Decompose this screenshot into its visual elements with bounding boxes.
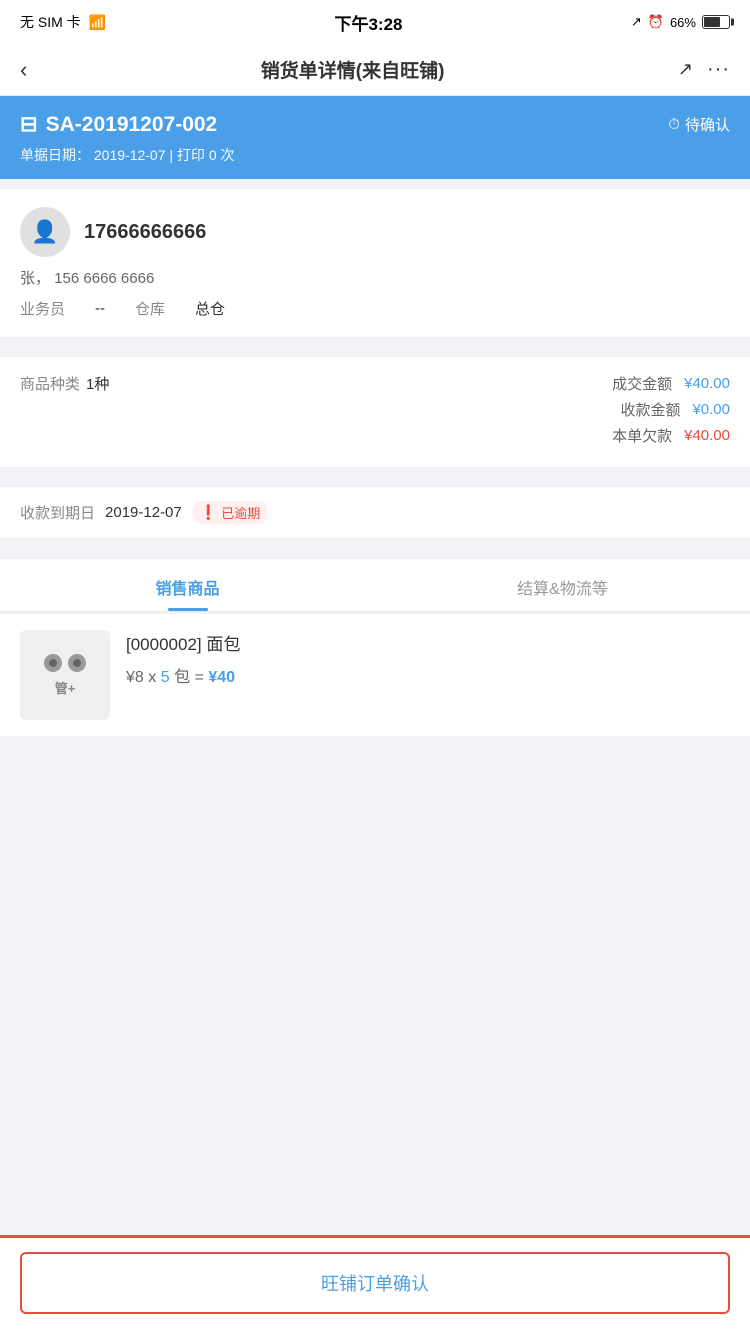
overdue-text: 已逾期 (221, 503, 260, 522)
battery-percent: 66% (670, 15, 696, 30)
tab-sales-label: 销售商品 (155, 581, 219, 598)
back-button[interactable]: ‹ (20, 57, 27, 83)
print-label: | 打印 (169, 147, 208, 163)
status-time: 下午3:28 (334, 10, 402, 35)
due-section: 收款到期日 2019-12-07 ❗ 已逾期 (0, 487, 750, 539)
owl-eye-right (68, 654, 86, 672)
amount-row: 成交金额 ¥40.00 (612, 373, 730, 394)
more-button[interactable]: ··· (707, 58, 730, 81)
tabs-section: 销售商品 结算&物流等 (0, 559, 750, 612)
price-unit-text: 包 (174, 669, 190, 686)
sales-label: 业务员 (20, 298, 65, 319)
avatar: 👤 (20, 207, 70, 257)
alarm-icon: ⏰ (648, 14, 664, 30)
tab-settlement-label: 结算&物流等 (517, 581, 608, 598)
warehouse-value: 总仓 (195, 298, 225, 319)
tab-settlement[interactable]: 结算&物流等 (375, 559, 750, 611)
order-id-row: ⊟ SA-20191207-002 ⏱ 待确认 (20, 112, 730, 137)
products-section: 管+ [0000002] 面包 ¥8 x 5 包 = ¥40 (0, 614, 750, 736)
order-status: ⏱ 待确认 (668, 114, 730, 135)
date-label: 单据日期： (20, 147, 90, 163)
overdue-icon: ❗ (200, 504, 217, 521)
customer-alt-phone: 156 6666 6666 (54, 270, 154, 287)
status-clock-icon: ⏱ (668, 116, 680, 133)
customer-section: 👤 17666666666 张， 156 6666 6666 业务员 -- 仓库… (0, 189, 750, 337)
product-name: [0000002] 面包 (126, 630, 730, 655)
kind-label: 商品种类 (20, 373, 80, 394)
print-suffix: 次 (221, 147, 235, 163)
divider-3 (0, 539, 750, 549)
print-count: 0 (209, 147, 217, 163)
customer-info-row: 业务员 -- 仓库 总仓 (20, 298, 730, 319)
product-price: ¥8 x 5 包 = ¥40 (126, 663, 730, 687)
product-code: [0000002] (126, 635, 202, 654)
tab-sales-products[interactable]: 销售商品 (0, 559, 375, 611)
customer-row: 👤 17666666666 (20, 207, 730, 257)
receipt-label: 收款金额 (620, 399, 680, 420)
divider-2 (0, 467, 750, 477)
product-name-text: 面包 (206, 635, 240, 654)
summary-section: 商品种类 1种 成交金额 ¥40.00 收款金额 ¥0.00 本单欠款 ¥40.… (0, 357, 750, 467)
share-button[interactable]: ↗ (678, 59, 693, 80)
price-unit: ¥8 (126, 669, 144, 686)
owed-value: ¥40.00 (684, 427, 730, 444)
owed-row: 本单欠款 ¥40.00 (612, 425, 730, 446)
owed-label: 本单欠款 (612, 425, 672, 446)
bottom-bar: 旺铺订单确认 (0, 1235, 750, 1334)
customer-sub: 张， 156 6666 6666 (20, 267, 730, 288)
status-text: 待确认 (685, 114, 730, 135)
carrier-text: 无 SIM 卡 (20, 12, 81, 32)
price-multiply: x (148, 669, 160, 686)
owl-eyes (44, 654, 86, 672)
confirm-order-button[interactable]: 旺铺订单确认 (20, 1252, 730, 1314)
product-thumb-inner: 管+ (44, 654, 86, 697)
customer-name-text: 张 (20, 270, 35, 287)
wifi-icon: 📶 (89, 14, 106, 31)
summary-right: 成交金额 ¥40.00 收款金额 ¥0.00 本单欠款 ¥40.00 (612, 373, 730, 451)
page-title: 销货单详情(来自旺铺) (261, 56, 445, 83)
nav-bar: ‹ 销货单详情(来自旺铺) ↗ ··· (0, 44, 750, 96)
order-icon: ⊟ (20, 112, 38, 137)
amount-label: 成交金额 (612, 373, 672, 394)
price-total: ¥40 (208, 669, 235, 686)
product-info: [0000002] 面包 ¥8 x 5 包 = ¥40 (126, 630, 730, 687)
content-area (0, 736, 750, 956)
summary-left: 商品种类 1种 (20, 373, 109, 394)
order-date: 单据日期： 2019-12-07 | 打印 0 次 (20, 145, 730, 165)
date-value: 2019-12-07 (94, 147, 166, 163)
warehouse-label: 仓库 (135, 298, 165, 319)
price-equals: = (195, 669, 209, 686)
location-icon: ↗ (631, 14, 642, 30)
kind-value: 1种 (86, 373, 109, 394)
customer-phone: 17666666666 (84, 221, 206, 244)
due-label: 收款到期日 (20, 502, 95, 523)
battery-icon (702, 15, 730, 29)
due-date-value: 2019-12-07 (105, 504, 182, 521)
divider-1 (0, 337, 750, 347)
overdue-badge: ❗ 已逾期 (192, 501, 268, 524)
receipt-value: ¥0.00 (692, 401, 730, 418)
receipt-row: 收款金额 ¥0.00 (612, 399, 730, 420)
order-id: ⊟ SA-20191207-002 (20, 112, 217, 137)
order-header: ⊟ SA-20191207-002 ⏱ 待确认 单据日期： 2019-12-07… (0, 96, 750, 179)
status-right: ↗ ⏰ 66% (631, 14, 730, 30)
product-item: 管+ [0000002] 面包 ¥8 x 5 包 = ¥40 (20, 630, 730, 720)
order-id-text: SA-20191207-002 (46, 113, 218, 137)
product-thumbnail: 管+ (20, 630, 110, 720)
price-qty: 5 (161, 669, 170, 686)
sales-value: -- (95, 300, 105, 317)
owl-eye-left (44, 654, 62, 672)
status-bar: 无 SIM 卡 📶 下午3:28 ↗ ⏰ 66% (0, 0, 750, 44)
product-kind: 商品种类 1种 (20, 373, 109, 394)
nav-actions: ↗ ··· (678, 58, 730, 81)
status-left: 无 SIM 卡 📶 (20, 12, 106, 32)
owl-plus: 管+ (55, 678, 76, 697)
amount-value: ¥40.00 (684, 375, 730, 392)
